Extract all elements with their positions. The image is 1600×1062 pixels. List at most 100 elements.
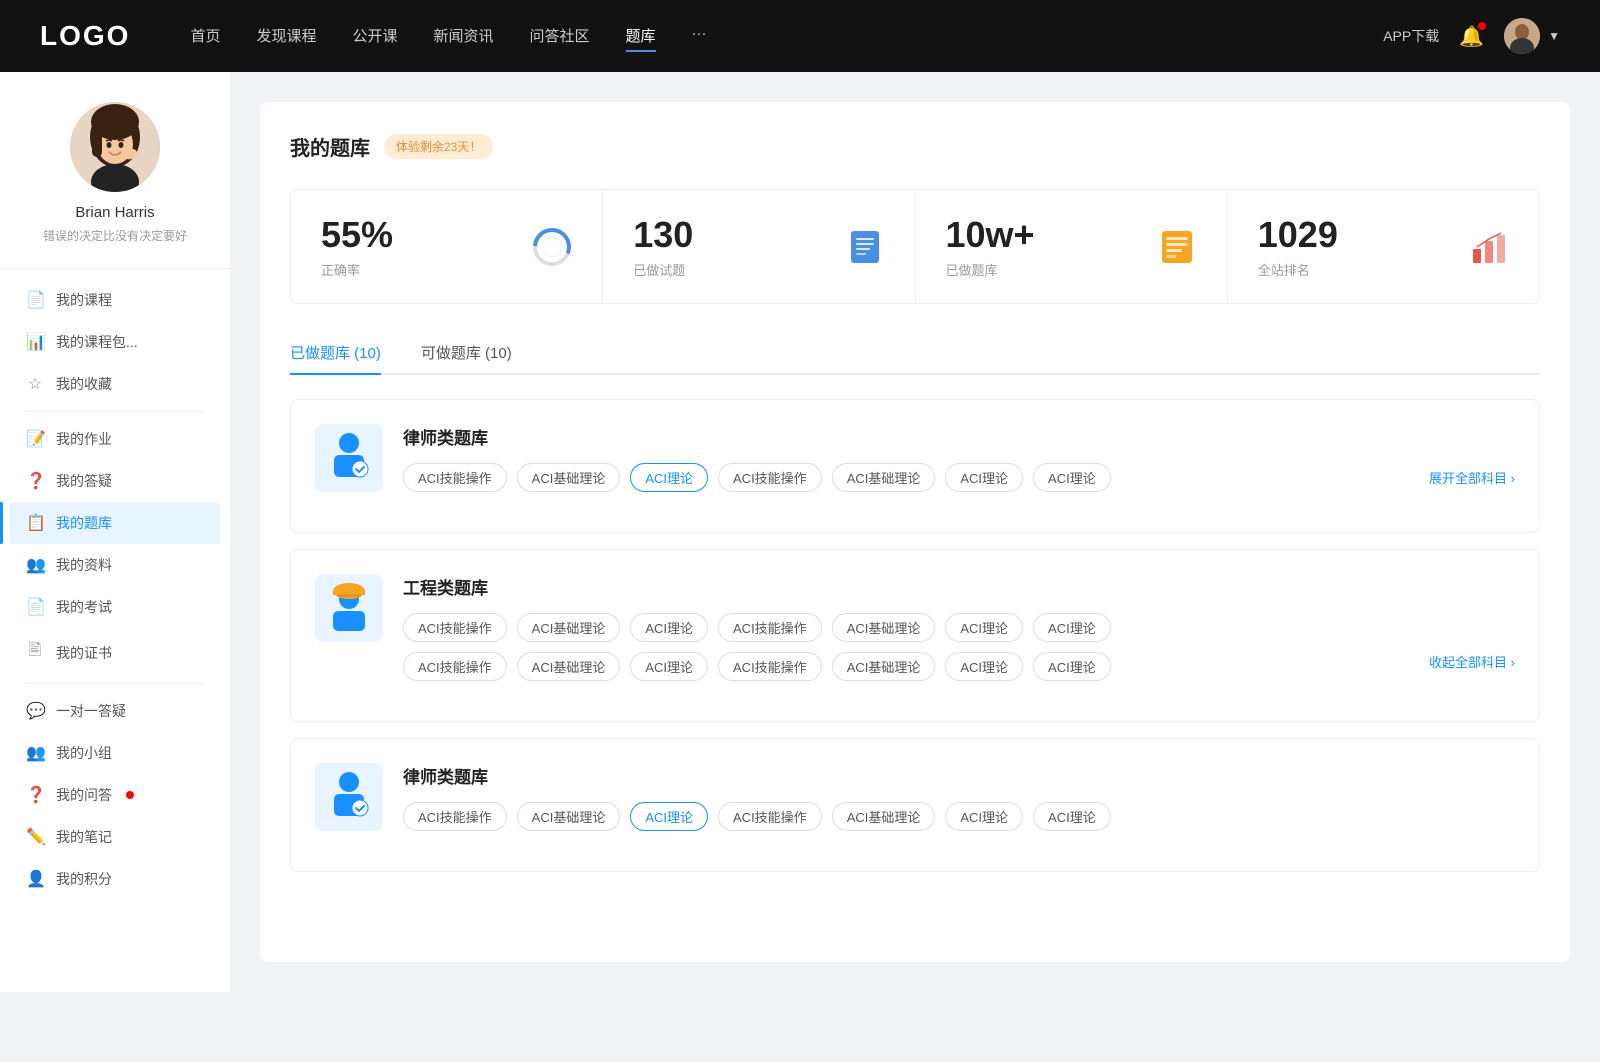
bank-tag[interactable]: ACI技能操作 xyxy=(403,613,507,642)
bank-tag[interactable]: ACI基础理论 xyxy=(832,463,936,492)
sidebar-item-my-group[interactable]: 👥 我的小组 xyxy=(10,732,220,774)
sidebar-item-my-favorites[interactable]: ☆ 我的收藏 xyxy=(10,363,220,405)
sidebar-label-my-question: 我的问答 xyxy=(56,785,112,805)
sidebar-label-my-notes: 我的笔记 xyxy=(56,827,112,847)
points-icon: 👤 xyxy=(26,869,44,889)
sidebar-label-my-cert: 我的证书 xyxy=(56,643,112,663)
nav-open-course[interactable]: 公开课 xyxy=(352,21,397,52)
sidebar-item-my-points[interactable]: 👤 我的积分 xyxy=(10,858,220,900)
bank-tag[interactable]: ACI基础理论 xyxy=(832,802,936,831)
sidebar-item-my-cert[interactable]: 🖹 我的证书 xyxy=(10,628,220,677)
tab-done[interactable]: 已做题库 (10) xyxy=(290,332,381,373)
top-navigation: LOGO 首页 发现课程 公开课 新闻资讯 问答社区 题库 ··· APP下载 … xyxy=(0,0,1600,72)
notification-bell[interactable]: 🔔 xyxy=(1459,24,1484,49)
sidebar-label-my-course: 我的课程 xyxy=(56,290,112,310)
bank-icon-lawyer-1 xyxy=(315,424,383,492)
stat-site-rank: 1029 全站排名 xyxy=(1228,190,1539,303)
bank-tag-active[interactable]: ACI理论 xyxy=(630,463,708,492)
bank-tag[interactable]: ACI技能操作 xyxy=(718,802,822,831)
bank-tag[interactable]: ACI理论 xyxy=(1033,613,1111,642)
trial-badge: 体验剩余23天！ xyxy=(384,134,493,159)
nav-right: APP下载 🔔 ▼ xyxy=(1383,18,1560,54)
sidebar-item-my-data[interactable]: 👥 我的资料 xyxy=(10,544,220,586)
nav-more[interactable]: ··· xyxy=(692,21,707,52)
bank-tag[interactable]: ACI理论 xyxy=(945,802,1023,831)
nav-news[interactable]: 新闻资讯 xyxy=(434,21,494,52)
bank-tag-active-3[interactable]: ACI理论 xyxy=(630,802,708,831)
bank-tag[interactable]: ACI技能操作 xyxy=(403,802,507,831)
page-title: 我的题库 xyxy=(290,132,370,161)
bank-card-engineer: 工程类题库 ACI技能操作 ACI基础理论 ACI理论 ACI技能操作 ACI基… xyxy=(290,549,1540,722)
sidebar-item-one-on-one[interactable]: 💬 一对一答疑 xyxy=(10,690,220,732)
profile-avatar xyxy=(70,102,160,192)
expand-link-1[interactable]: 展开全部科目 › xyxy=(1429,468,1515,487)
stats-row: 55% 正确率 130 已做试题 xyxy=(290,189,1540,304)
sidebar-label-my-group: 我的小组 xyxy=(56,743,112,763)
bank-icon-lawyer-2 xyxy=(315,763,383,831)
user-avatar-menu[interactable]: ▼ xyxy=(1504,18,1560,54)
bank-tag[interactable]: ACI基础理论 xyxy=(517,613,621,642)
bank-tag[interactable]: ACI理论 xyxy=(630,652,708,681)
sidebar-label-my-homework: 我的作业 xyxy=(56,429,112,449)
bank-name-1: 律师类题库 xyxy=(403,424,1515,449)
stat-done-questions-text: 130 已做试题 xyxy=(633,214,693,279)
bank-tag[interactable]: ACI理论 xyxy=(945,613,1023,642)
main-layout: Brian Harris 错误的决定比没有决定要好 📄 我的课程 📊 我的课程包… xyxy=(0,72,1600,992)
bank-tag[interactable]: ACI技能操作 xyxy=(718,463,822,492)
sidebar-item-my-course[interactable]: 📄 我的课程 xyxy=(10,279,220,321)
bank-icon-engineer xyxy=(315,574,383,642)
bank-tags-row2-2: ACI技能操作 ACI基础理论 ACI理论 ACI技能操作 ACI基础理论 AC… xyxy=(403,652,1515,681)
stat-correct-rate-text: 55% 正确率 xyxy=(321,214,393,279)
stat-done-banks: 10w+ 已做题库 xyxy=(916,190,1228,303)
bank-tag[interactable]: ACI理论 xyxy=(1033,463,1111,492)
nav-home[interactable]: 首页 xyxy=(190,21,220,52)
stat-done-banks-label: 已做题库 xyxy=(946,260,1035,279)
stat-correct-rate-label: 正确率 xyxy=(321,260,393,279)
nav-qa[interactable]: 问答社区 xyxy=(530,21,590,52)
sidebar-label-my-points: 我的积分 xyxy=(56,869,112,889)
bank-tag[interactable]: ACI技能操作 xyxy=(718,613,822,642)
bank-card-lawyer-2: 律师类题库 ACI技能操作 ACI基础理论 ACI理论 ACI技能操作 ACI基… xyxy=(290,738,1540,872)
bank-tag[interactable]: ACI基础理论 xyxy=(517,652,621,681)
sidebar-label-my-bank: 我的题库 xyxy=(56,513,112,533)
bank-tags-1: ACI技能操作 ACI基础理论 ACI理论 ACI技能操作 ACI基础理论 AC… xyxy=(403,463,1515,492)
sidebar-item-my-package[interactable]: 📊 我的课程包... xyxy=(10,321,220,363)
avatar xyxy=(1504,18,1540,54)
nav-bank[interactable]: 题库 xyxy=(626,21,656,52)
bank-tag[interactable]: ACI技能操作 xyxy=(718,652,822,681)
sidebar-item-my-bank[interactable]: 📋 我的题库 xyxy=(10,502,220,544)
sidebar-item-my-homework[interactable]: 📝 我的作业 xyxy=(10,418,220,460)
pie-chart-icon xyxy=(532,227,572,267)
bank-tag[interactable]: ACI基础理论 xyxy=(832,652,936,681)
package-icon: 📊 xyxy=(26,332,44,352)
app-download[interactable]: APP下载 xyxy=(1383,26,1439,46)
bank-tag[interactable]: ACI理论 xyxy=(945,652,1023,681)
sidebar-item-my-question[interactable]: ❓ 我的问答 xyxy=(10,774,220,816)
stat-correct-rate-value: 55% xyxy=(321,214,393,256)
bank-tag[interactable]: ACI技能操作 xyxy=(403,463,507,492)
collapse-link-2[interactable]: 收起全部科目 › xyxy=(1429,652,1515,681)
nav-discover[interactable]: 发现课程 xyxy=(256,21,316,52)
bank-name-3: 律师类题库 xyxy=(403,763,1515,788)
bank-tag[interactable]: ACI理论 xyxy=(1033,802,1111,831)
bank-tag[interactable]: ACI基础理论 xyxy=(517,463,621,492)
bank-tags-2: ACI技能操作 ACI基础理论 ACI理论 ACI技能操作 ACI基础理论 AC… xyxy=(403,613,1515,642)
tab-available[interactable]: 可做题库 (10) xyxy=(421,332,512,373)
bank-tag[interactable]: ACI理论 xyxy=(1033,652,1111,681)
sidebar-label-my-qa: 我的答疑 xyxy=(56,471,112,491)
sidebar: Brian Harris 错误的决定比没有决定要好 📄 我的课程 📊 我的课程包… xyxy=(0,72,230,992)
exam-icon: 📄 xyxy=(26,597,44,617)
bank-tag[interactable]: ACI理论 xyxy=(630,613,708,642)
question-dot xyxy=(126,791,134,799)
bank-tag[interactable]: ACI技能操作 xyxy=(403,652,507,681)
bank-tag[interactable]: ACI基础理论 xyxy=(517,802,621,831)
bank-card-header-2: 工程类题库 ACI技能操作 ACI基础理论 ACI理论 ACI技能操作 ACI基… xyxy=(315,574,1515,681)
data-icon: 👥 xyxy=(26,555,44,575)
one-on-one-icon: 💬 xyxy=(26,701,44,721)
bank-tag[interactable]: ACI基础理论 xyxy=(832,613,936,642)
sidebar-item-my-exam[interactable]: 📄 我的考试 xyxy=(10,586,220,628)
sidebar-item-my-notes[interactable]: ✏️ 我的笔记 xyxy=(10,816,220,858)
sidebar-item-my-qa[interactable]: ❓ 我的答疑 xyxy=(10,460,220,502)
bank-tag[interactable]: ACI理论 xyxy=(945,463,1023,492)
sidebar-menu: 📄 我的课程 📊 我的课程包... ☆ 我的收藏 📝 我的作业 ❓ 我的答疑 xyxy=(0,279,230,900)
